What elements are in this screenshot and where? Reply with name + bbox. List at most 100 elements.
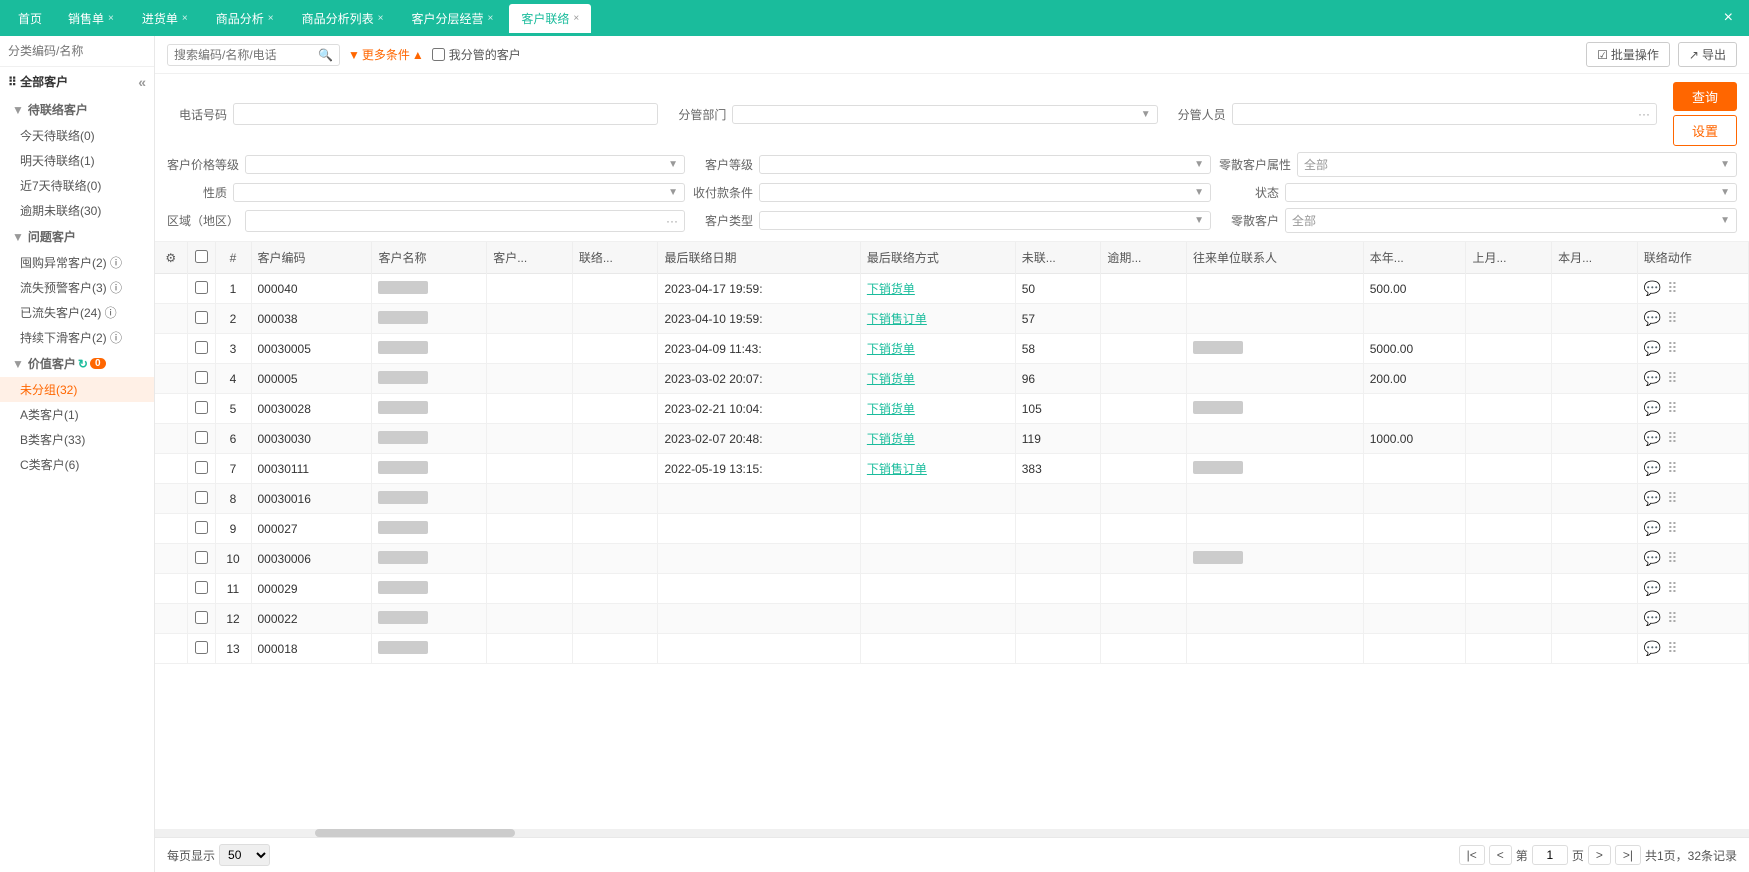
cell-last-type[interactable] xyxy=(860,574,1015,604)
sidebar-hoarding-abnormal[interactable]: 囤购异常客户(2) ⓘ xyxy=(0,250,154,275)
sidebar-churned[interactable]: 已流失客户(24) ⓘ xyxy=(0,300,154,325)
sidebar-ungrouped[interactable]: 未分组(32) xyxy=(0,377,154,402)
customer-type-select[interactable]: ▼ xyxy=(759,211,1211,230)
nav-product-analysis-list[interactable]: 商品分析列表 × xyxy=(290,4,396,33)
contact-type-link[interactable]: 下销货单 xyxy=(867,372,915,386)
cell-check[interactable] xyxy=(187,514,215,544)
chat-icon[interactable]: 💬 xyxy=(1644,310,1661,327)
nav-product-analysis[interactable]: 商品分析 × xyxy=(204,4,286,33)
grid-icon[interactable]: ⠿ xyxy=(1667,550,1677,567)
grid-icon[interactable]: ⠿ xyxy=(1667,400,1677,417)
close-product-icon[interactable]: × xyxy=(268,13,274,24)
row-checkbox[interactable] xyxy=(195,581,208,594)
cell-last-type[interactable] xyxy=(860,544,1015,574)
col-customer-name[interactable]: 客户名称 xyxy=(372,242,487,274)
cell-last-type[interactable] xyxy=(860,604,1015,634)
contact-type-link[interactable]: 下销货单 xyxy=(867,282,915,296)
row-checkbox[interactable] xyxy=(195,281,208,294)
contact-type-link[interactable]: 下销货单 xyxy=(867,432,915,446)
grid-icon[interactable]: ⠿ xyxy=(1667,580,1677,597)
cell-check[interactable] xyxy=(187,604,215,634)
customer-grade-select[interactable]: ▼ xyxy=(759,155,1211,174)
cell-check[interactable] xyxy=(187,304,215,334)
more-conditions-btn[interactable]: ▼ 更多条件 ▲ xyxy=(348,46,424,63)
chat-icon[interactable]: 💬 xyxy=(1644,640,1661,657)
phone-input[interactable] xyxy=(233,103,658,125)
row-checkbox[interactable] xyxy=(195,431,208,444)
grid-icon[interactable]: ⠿ xyxy=(1667,280,1677,297)
col-this-year[interactable]: 本年... xyxy=(1363,242,1466,274)
page-number-input[interactable] xyxy=(1532,845,1568,865)
chat-icon[interactable]: 💬 xyxy=(1644,340,1661,357)
pending-contact-group[interactable]: ▼ 待联络客户 xyxy=(0,96,154,123)
nav-customer-contact[interactable]: 客户联络 × xyxy=(509,4,591,33)
col-unit-contact[interactable]: 往来单位联系人 xyxy=(1187,242,1364,274)
sidebar-today-pending[interactable]: 今天待联络(0) xyxy=(0,123,154,148)
reset-button[interactable]: 设置 xyxy=(1673,115,1737,146)
grid-icon[interactable]: ⠿ xyxy=(1667,640,1677,657)
close-all-button[interactable]: × xyxy=(1716,5,1741,31)
col-last-contact-type[interactable]: 最后联络方式 xyxy=(860,242,1015,274)
sidebar-collapse-icon[interactable]: « xyxy=(138,74,146,90)
all-customers-header[interactable]: ⠿ 全部客户 « xyxy=(0,67,154,96)
row-checkbox[interactable] xyxy=(195,551,208,564)
cell-check[interactable] xyxy=(187,274,215,304)
row-checkbox[interactable] xyxy=(195,461,208,474)
sidebar-overdue-contact[interactable]: 逾期未联络(30) xyxy=(0,198,154,223)
row-checkbox[interactable] xyxy=(195,371,208,384)
main-search-input[interactable] xyxy=(174,48,314,62)
close-seg-icon[interactable]: × xyxy=(487,13,493,24)
cell-last-type[interactable]: 下销货单 xyxy=(860,424,1015,454)
nature-select[interactable]: ▼ xyxy=(233,183,685,202)
nav-sales-order[interactable]: 销售单 × xyxy=(56,4,126,33)
my-customers-check[interactable]: 我分管的客户 xyxy=(432,46,521,63)
last-page-btn[interactable]: >| xyxy=(1615,845,1641,865)
next-page-btn[interactable]: > xyxy=(1588,845,1611,865)
status-select[interactable]: ▼ xyxy=(1285,183,1737,202)
first-page-btn[interactable]: |< xyxy=(1459,845,1485,865)
export-button[interactable]: ↗ 导出 xyxy=(1678,42,1737,67)
nav-customer-segmentation[interactable]: 客户分层经营 × xyxy=(399,4,505,33)
contact-type-link[interactable]: 下销货单 xyxy=(867,342,915,356)
cell-last-type[interactable]: 下销货单 xyxy=(860,394,1015,424)
grid-icon[interactable]: ⠿ xyxy=(1667,340,1677,357)
sidebar-class-c[interactable]: C类客户(6) xyxy=(0,452,154,477)
chat-icon[interactable]: 💬 xyxy=(1644,400,1661,417)
scrollbar-thumb[interactable] xyxy=(315,829,515,837)
cell-check[interactable] xyxy=(187,634,215,664)
col-not-contact[interactable]: 未联... xyxy=(1015,242,1101,274)
close-sales-icon[interactable]: × xyxy=(108,13,114,24)
cell-last-type[interactable]: 下销售订单 xyxy=(860,304,1015,334)
cell-last-type[interactable]: 下销货单 xyxy=(860,274,1015,304)
close-product-list-icon[interactable]: × xyxy=(378,13,384,24)
cell-last-type[interactable] xyxy=(860,514,1015,544)
sidebar-tomorrow-pending[interactable]: 明天待联络(1) xyxy=(0,148,154,173)
grid-icon[interactable]: ⠿ xyxy=(1667,430,1677,447)
col-last-contact-date[interactable]: 最后联络日期 xyxy=(658,242,860,274)
sidebar-7day-pending[interactable]: 近7天待联络(0) xyxy=(0,173,154,198)
prev-page-btn[interactable]: < xyxy=(1489,845,1512,865)
col-contact[interactable]: 联络... xyxy=(572,242,658,274)
contact-type-link[interactable]: 下销售订单 xyxy=(867,462,927,476)
cell-check[interactable] xyxy=(187,424,215,454)
row-checkbox[interactable] xyxy=(195,491,208,504)
row-checkbox[interactable] xyxy=(195,341,208,354)
horizontal-scrollbar[interactable] xyxy=(155,829,1749,837)
sidebar-declining[interactable]: 持续下滑客户(2) ⓘ xyxy=(0,325,154,350)
sidebar-search-input[interactable] xyxy=(8,44,155,58)
query-button[interactable]: 查询 xyxy=(1673,82,1737,111)
sidebar-class-b[interactable]: B类客户(33) xyxy=(0,427,154,452)
chat-icon[interactable]: 💬 xyxy=(1644,550,1661,567)
chat-icon[interactable]: 💬 xyxy=(1644,280,1661,297)
col-check[interactable] xyxy=(187,242,215,274)
row-checkbox[interactable] xyxy=(195,611,208,624)
close-purchase-icon[interactable]: × xyxy=(182,13,188,24)
refresh-icon[interactable]: ↻ xyxy=(78,357,88,371)
cell-check[interactable] xyxy=(187,544,215,574)
grid-icon[interactable]: ⠿ xyxy=(1667,520,1677,537)
row-checkbox[interactable] xyxy=(195,311,208,324)
sidebar-class-a[interactable]: A类客户(1) xyxy=(0,402,154,427)
chat-icon[interactable]: 💬 xyxy=(1644,610,1661,627)
col-customer-cat[interactable]: 客户... xyxy=(487,242,573,274)
cell-last-type[interactable] xyxy=(860,484,1015,514)
